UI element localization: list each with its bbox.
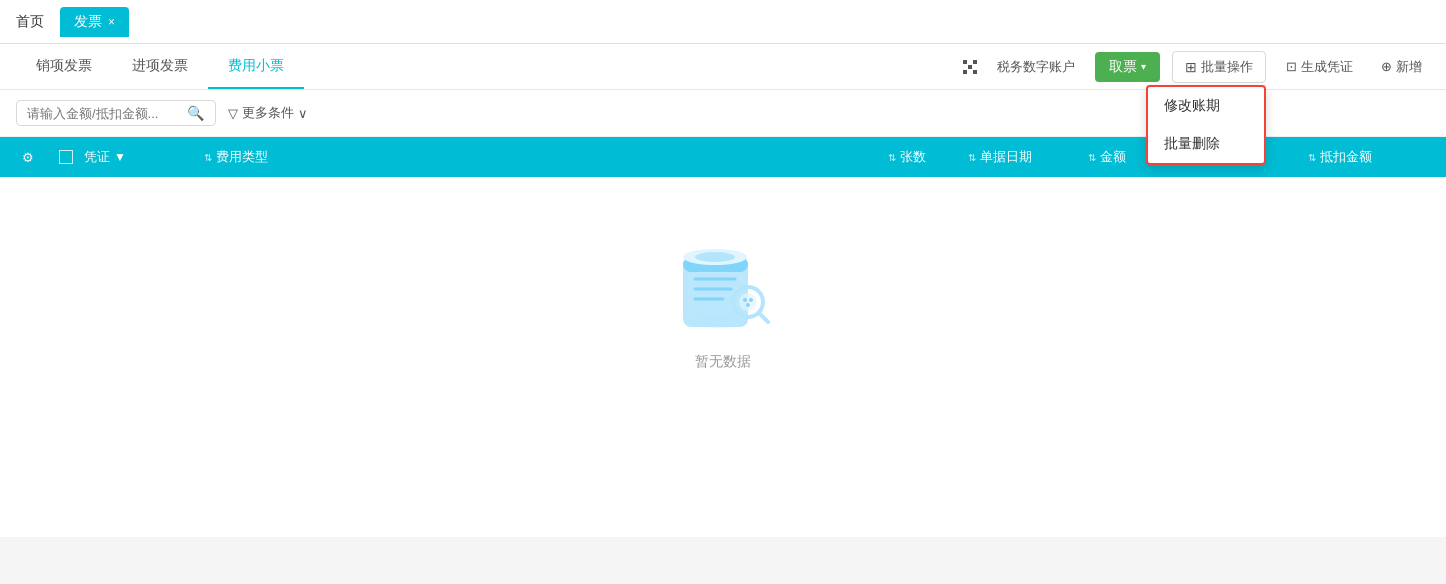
generate-voucher-button[interactable]: ⊡ 生成凭证 xyxy=(1278,52,1361,82)
svg-point-9 xyxy=(739,293,757,311)
date-sort-icon[interactable]: ⇅ xyxy=(968,152,976,163)
empty-state: 暂无数据 xyxy=(0,177,1446,411)
sub-nav: 销项发票 进项发票 费用小票 税务数字账户 取票 ▾ ⊞ 批量操作 xyxy=(0,44,1446,90)
batch-op-button[interactable]: ⊞ 批量操作 xyxy=(1172,51,1266,83)
settings-icon: ⚙ xyxy=(22,150,34,165)
tab-sales-invoice[interactable]: 销项发票 xyxy=(16,44,112,89)
dropdown-item-modify-period[interactable]: 修改账期 xyxy=(1148,87,1264,125)
take-ticket-button[interactable]: 取票 ▾ xyxy=(1095,52,1160,82)
add-new-button[interactable]: ⊕ 新增 xyxy=(1373,52,1430,82)
col-settings[interactable]: ⚙ xyxy=(8,150,48,165)
svg-line-10 xyxy=(759,313,768,322)
search-input-wrapper: 🔍 xyxy=(16,100,216,126)
generate-voucher-icon: ⊡ xyxy=(1286,59,1297,74)
expense-type-label: 费用类型 xyxy=(216,148,268,166)
svg-point-4 xyxy=(695,252,735,262)
take-ticket-label: 取票 xyxy=(1109,58,1137,76)
top-nav: 首页 发票 × xyxy=(0,0,1446,44)
search-icon[interactable]: 🔍 xyxy=(187,105,204,121)
tab-expense-receipt[interactable]: 费用小票 xyxy=(208,44,304,89)
deduction-amount-label: 抵扣金额 xyxy=(1320,148,1372,166)
svg-point-13 xyxy=(746,303,750,307)
home-link[interactable]: 首页 xyxy=(16,13,56,31)
empty-state-icon xyxy=(663,237,783,337)
batch-op-icon: ⊞ xyxy=(1185,59,1197,75)
qr-icon-button[interactable] xyxy=(963,60,977,74)
tab-purchase-invoice[interactable]: 进项发票 xyxy=(112,44,208,89)
col-checkbox[interactable] xyxy=(48,150,84,164)
more-filters-arrow-icon: ∨ xyxy=(298,106,308,121)
invoice-tab-close[interactable]: × xyxy=(108,15,115,29)
tax-digital-button[interactable]: 税务数字账户 xyxy=(989,54,1083,80)
amount-label: 金额 xyxy=(1100,148,1126,166)
more-filters-button[interactable]: ▽ 更多条件 ∨ xyxy=(228,104,308,122)
add-new-icon: ⊕ xyxy=(1381,59,1392,74)
batch-op-label: 批量操作 xyxy=(1201,58,1253,76)
col-deduction-amount-header: ⇅ 抵扣金额 xyxy=(1308,148,1438,166)
action-buttons: 税务数字账户 取票 ▾ ⊞ 批量操作 修改账期 批量删除 ⊡ 生成凭证 ⊕ 新增 xyxy=(963,51,1430,83)
qr-icon xyxy=(963,60,977,74)
voucher-label: 凭证 xyxy=(84,148,110,166)
sub-nav-tabs: 销项发票 进项发票 费用小票 xyxy=(16,44,304,89)
col-voucher-header: 凭证 ▼ xyxy=(84,148,204,166)
empty-state-text: 暂无数据 xyxy=(695,353,751,371)
header-checkbox[interactable] xyxy=(59,150,73,164)
batch-op-container: ⊞ 批量操作 修改账期 批量删除 xyxy=(1172,51,1266,83)
invoice-tab[interactable]: 发票 × xyxy=(60,7,129,37)
amount-sort-icon[interactable]: ⇅ xyxy=(1088,152,1096,163)
take-ticket-arrow-icon: ▾ xyxy=(1141,61,1146,72)
col-expense-type-header: ⇅ 费用类型 xyxy=(204,148,888,166)
expense-type-sort-icon[interactable]: ⇅ xyxy=(204,152,212,163)
date-label: 单据日期 xyxy=(980,148,1032,166)
col-count-header: ⇅ 张数 xyxy=(888,148,968,166)
main-content: ⚙ 凭证 ▼ ⇅ 费用类型 ⇅ 张数 ⇅ 单据日期 ⇅ 金额 ⇅ 抵扣率 xyxy=(0,137,1446,537)
filter-icon: ▽ xyxy=(228,106,238,121)
svg-point-11 xyxy=(743,298,747,302)
count-label: 张数 xyxy=(900,148,926,166)
count-sort-icon[interactable]: ⇅ xyxy=(888,152,896,163)
col-date-header: ⇅ 单据日期 xyxy=(968,148,1088,166)
add-new-label: 新增 xyxy=(1396,58,1422,76)
dropdown-item-batch-delete[interactable]: 批量删除 xyxy=(1148,125,1264,163)
svg-point-12 xyxy=(749,298,753,302)
generate-voucher-label: 生成凭证 xyxy=(1301,58,1353,76)
batch-op-dropdown: 修改账期 批量删除 xyxy=(1146,85,1266,165)
deduction-amount-sort-icon[interactable]: ⇅ xyxy=(1308,152,1316,163)
more-filters-label: 更多条件 xyxy=(242,104,294,122)
search-input[interactable] xyxy=(27,106,187,121)
voucher-filter-icon[interactable]: ▼ xyxy=(114,150,126,164)
invoice-tab-label: 发票 xyxy=(74,13,102,31)
